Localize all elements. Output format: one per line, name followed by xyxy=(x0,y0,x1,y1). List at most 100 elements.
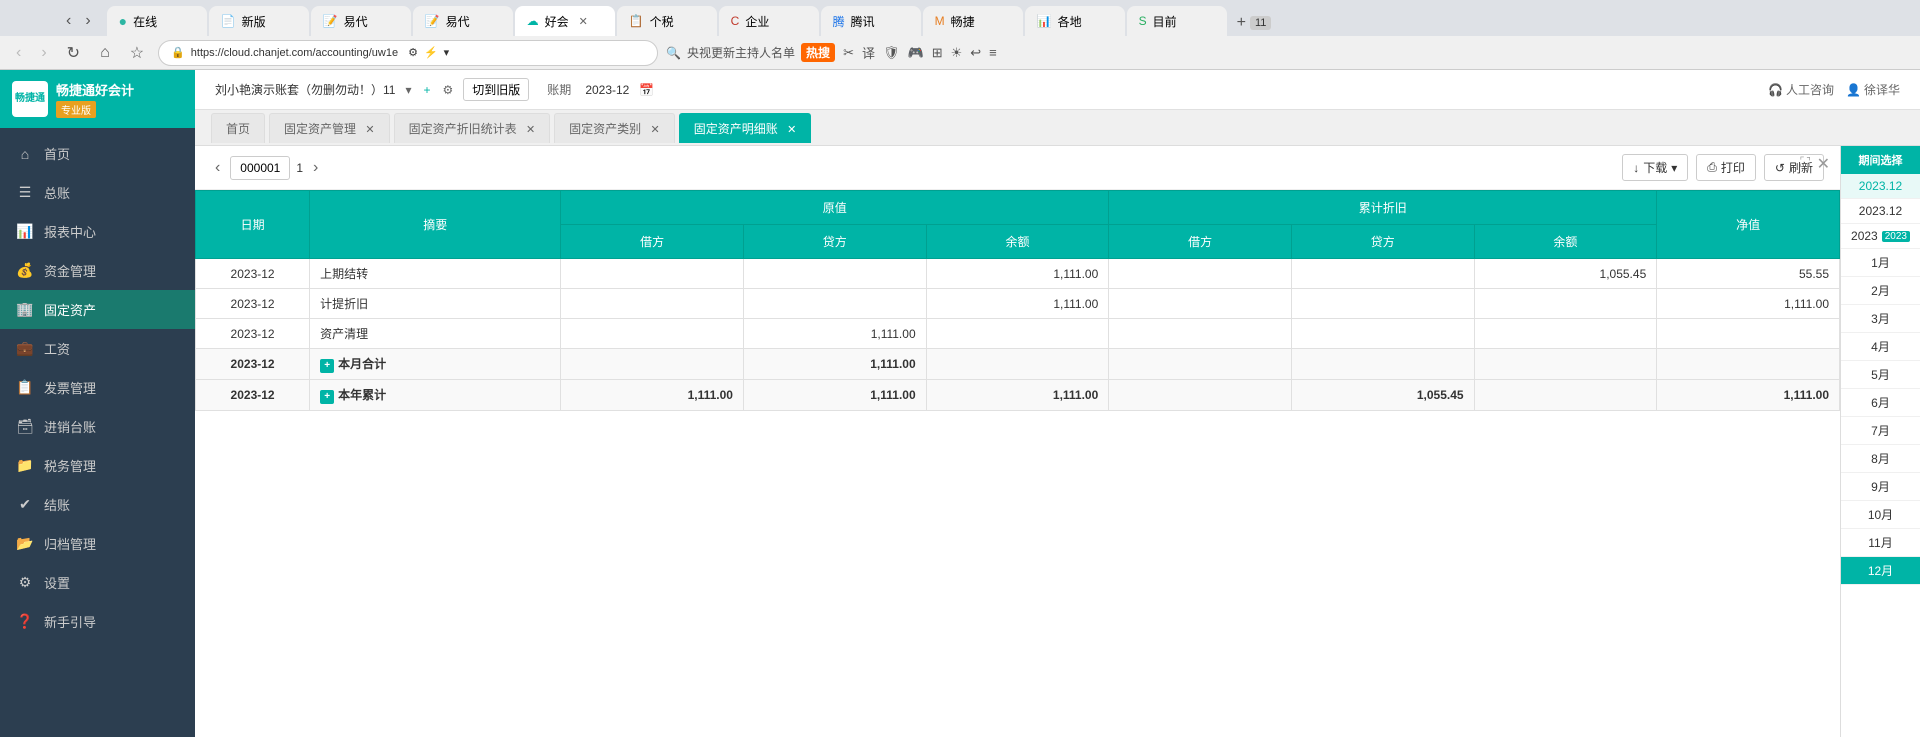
refresh-button[interactable]: ↺ 刷新 xyxy=(1764,154,1824,181)
period-item-9[interactable]: 9月 xyxy=(1841,473,1920,501)
sidebar-item-reports[interactable]: 📊 报表中心 xyxy=(0,212,195,251)
tab-fixed-assets-detail[interactable]: 固定资产明细账 ✕ xyxy=(679,113,812,143)
grid-icon[interactable]: ⊞ xyxy=(932,45,943,61)
tab-fixed-assets-manage-close[interactable]: ✕ xyxy=(365,124,374,136)
tab-fixed-assets-category-close[interactable]: ✕ xyxy=(651,124,660,136)
refresh-nav-btn[interactable]: ↻ xyxy=(61,41,86,65)
download-button[interactable]: ↓ 下载 ▾ xyxy=(1622,154,1688,181)
tab-enterprise[interactable]: C 企业 xyxy=(719,6,819,36)
col-orig-balance: 余额 xyxy=(926,225,1109,259)
tab-fixed-assets-manage[interactable]: 固定资产管理 ✕ xyxy=(269,113,390,143)
period-item-11[interactable]: 11月 xyxy=(1841,529,1920,557)
sidebar-item-purchase-label: 进销台账 xyxy=(44,417,96,436)
sidebar-item-purchase[interactable]: 🗃 进销台账 xyxy=(0,407,195,446)
shield-icon[interactable]: 🛡 xyxy=(883,45,900,61)
period-item-5[interactable]: 5月 xyxy=(1841,361,1920,389)
col-date: 日期 xyxy=(196,191,310,259)
tab-enterprise-icon: C xyxy=(731,14,740,28)
tab-geshui[interactable]: 📋 个税 xyxy=(617,6,717,36)
search-area[interactable]: 🔍 央视更新主持人名单 热搜 xyxy=(666,43,835,62)
home-nav-btn[interactable]: ⌂ xyxy=(94,42,116,64)
user-dropdown-icon[interactable]: ▾ xyxy=(405,83,411,97)
tab-fixed-assets-category[interactable]: 固定资产类别 ✕ xyxy=(554,113,675,143)
row4-net-value xyxy=(1657,349,1840,380)
game-icon[interactable]: 🎮 xyxy=(908,45,924,61)
calendar-icon[interactable]: 📅 xyxy=(639,83,654,97)
period-item-2[interactable]: 2月 xyxy=(1841,277,1920,305)
tab-gedi[interactable]: 📊 各地 xyxy=(1025,6,1125,36)
tab-haokuai[interactable]: ☁ 好会 ✕ xyxy=(515,6,615,36)
back-button[interactable]: ‹ xyxy=(60,10,77,32)
sidebar-item-archive[interactable]: 📂 归档管理 xyxy=(0,524,195,563)
forward-button[interactable]: › xyxy=(79,10,96,32)
sidebar-item-settings[interactable]: ⚙ 设置 xyxy=(0,563,195,602)
tab-depreciation-stats-label: 固定资产折旧统计表 xyxy=(409,122,517,136)
sidebar-item-guide[interactable]: ❓ 新手引导 xyxy=(0,602,195,641)
tab-changjie[interactable]: M 畅捷 xyxy=(923,6,1023,36)
period-item-2023[interactable]: 2023 2023 xyxy=(1841,224,1920,249)
sidebar-item-capital[interactable]: 💰 资金管理 xyxy=(0,251,195,290)
tab-depreciation-stats[interactable]: 固定资产折旧统计表 ✕ xyxy=(394,113,551,143)
modal-close-button[interactable]: ✕ xyxy=(1817,154,1830,174)
settings-header-btn[interactable]: ⚙ xyxy=(443,83,454,97)
period-item-1[interactable]: 1月 xyxy=(1841,249,1920,277)
sun-icon[interactable]: ☀ xyxy=(951,45,963,61)
sidebar-item-salary[interactable]: 💼 工资 xyxy=(0,329,195,368)
period-item-10[interactable]: 10月 xyxy=(1841,501,1920,529)
back-nav-btn[interactable]: ‹ xyxy=(10,42,27,64)
period-item-12[interactable]: 12月 xyxy=(1841,557,1920,585)
sidebar-item-ledger[interactable]: ☰ 总账 xyxy=(0,173,195,212)
switch-version-btn[interactable]: 切到旧版 xyxy=(463,78,529,101)
period-item-8[interactable]: 8月 xyxy=(1841,445,1920,473)
sidebar-item-home[interactable]: ⌂ 首页 xyxy=(0,134,195,173)
extension-icon: ⚡ xyxy=(424,46,438,59)
row4-date: 2023-12 xyxy=(196,349,310,380)
pagination-prev[interactable]: ‹ xyxy=(211,157,224,179)
tab-online[interactable]: ● 在线 xyxy=(107,6,207,36)
data-table: 日期 摘要 原值 累计折旧 净值 借方 贷方 余额 借方 xyxy=(195,190,1840,411)
expand-button[interactable]: ⛶ xyxy=(1800,154,1810,171)
print-icon: ⎙ xyxy=(1707,160,1717,175)
tab-new[interactable]: 📄 新版 xyxy=(209,6,309,36)
tab-mujin[interactable]: S 目前 xyxy=(1127,6,1227,36)
tab-yidai1[interactable]: 📝 易代 xyxy=(311,6,411,36)
print-button[interactable]: ⎙ 打印 xyxy=(1696,154,1756,181)
period-item-6[interactable]: 6月 xyxy=(1841,389,1920,417)
tab-fixed-assets-detail-close[interactable]: ✕ xyxy=(787,124,796,136)
period-item-2023-12-top[interactable]: 2023.12 xyxy=(1841,174,1920,199)
address-bar[interactable]: 🔒 https://cloud.chanjet.com/accounting/u… xyxy=(158,40,658,66)
hot-search-label: 热搜 xyxy=(801,43,835,62)
forward-nav-btn[interactable]: › xyxy=(35,42,52,64)
sidebar-item-invoice[interactable]: 📋 发票管理 xyxy=(0,368,195,407)
scissors-icon[interactable]: ✂ xyxy=(843,45,854,61)
add-account-btn[interactable]: + xyxy=(422,81,433,99)
history-icon[interactable]: ↩ xyxy=(970,45,981,61)
tab-haokuai-close[interactable]: ✕ xyxy=(579,15,588,28)
sidebar-item-archive-label: 归档管理 xyxy=(44,534,96,553)
checkout-menu-icon: ✔ xyxy=(16,496,34,513)
period-item-3[interactable]: 3月 xyxy=(1841,305,1920,333)
tab-tencent[interactable]: 腾 腾讯 xyxy=(821,6,921,36)
col-net-value: 净值 xyxy=(1657,191,1840,259)
pagination-next[interactable]: › xyxy=(309,157,322,179)
bookmark-nav-btn[interactable]: ☆ xyxy=(124,41,150,65)
sidebar-item-fixed-assets[interactable]: 🏢 固定资产 xyxy=(0,290,195,329)
sidebar-item-tax[interactable]: 📁 税务管理 xyxy=(0,446,195,485)
tab-yidai2[interactable]: 📝 易代 xyxy=(413,6,513,36)
support-label: 人工咨询 xyxy=(1786,81,1834,98)
support-btn[interactable]: 🎧 人工咨询 xyxy=(1768,81,1834,98)
pagination-input[interactable] xyxy=(230,156,290,180)
menu-icon[interactable]: ≡ xyxy=(989,45,997,60)
period-item-4[interactable]: 4月 xyxy=(1841,333,1920,361)
sidebar-item-checkout[interactable]: ✔ 结账 xyxy=(0,485,195,524)
user-profile-btn[interactable]: 👤 徐译华 xyxy=(1846,81,1900,98)
new-tab-button[interactable]: + xyxy=(1237,14,1246,32)
tab-home[interactable]: 首页 xyxy=(211,113,265,143)
tab-online-icon: ● xyxy=(119,13,127,29)
translate-icon[interactable]: 译 xyxy=(862,43,875,62)
period-item-7[interactable]: 7月 xyxy=(1841,417,1920,445)
col-original-value: 原值 xyxy=(561,191,1109,225)
tab-depreciation-stats-close[interactable]: ✕ xyxy=(526,124,535,136)
sidebar-brand-sub: 专业版 xyxy=(56,101,96,118)
period-item-2023-12-second[interactable]: 2023.12 xyxy=(1841,199,1920,224)
